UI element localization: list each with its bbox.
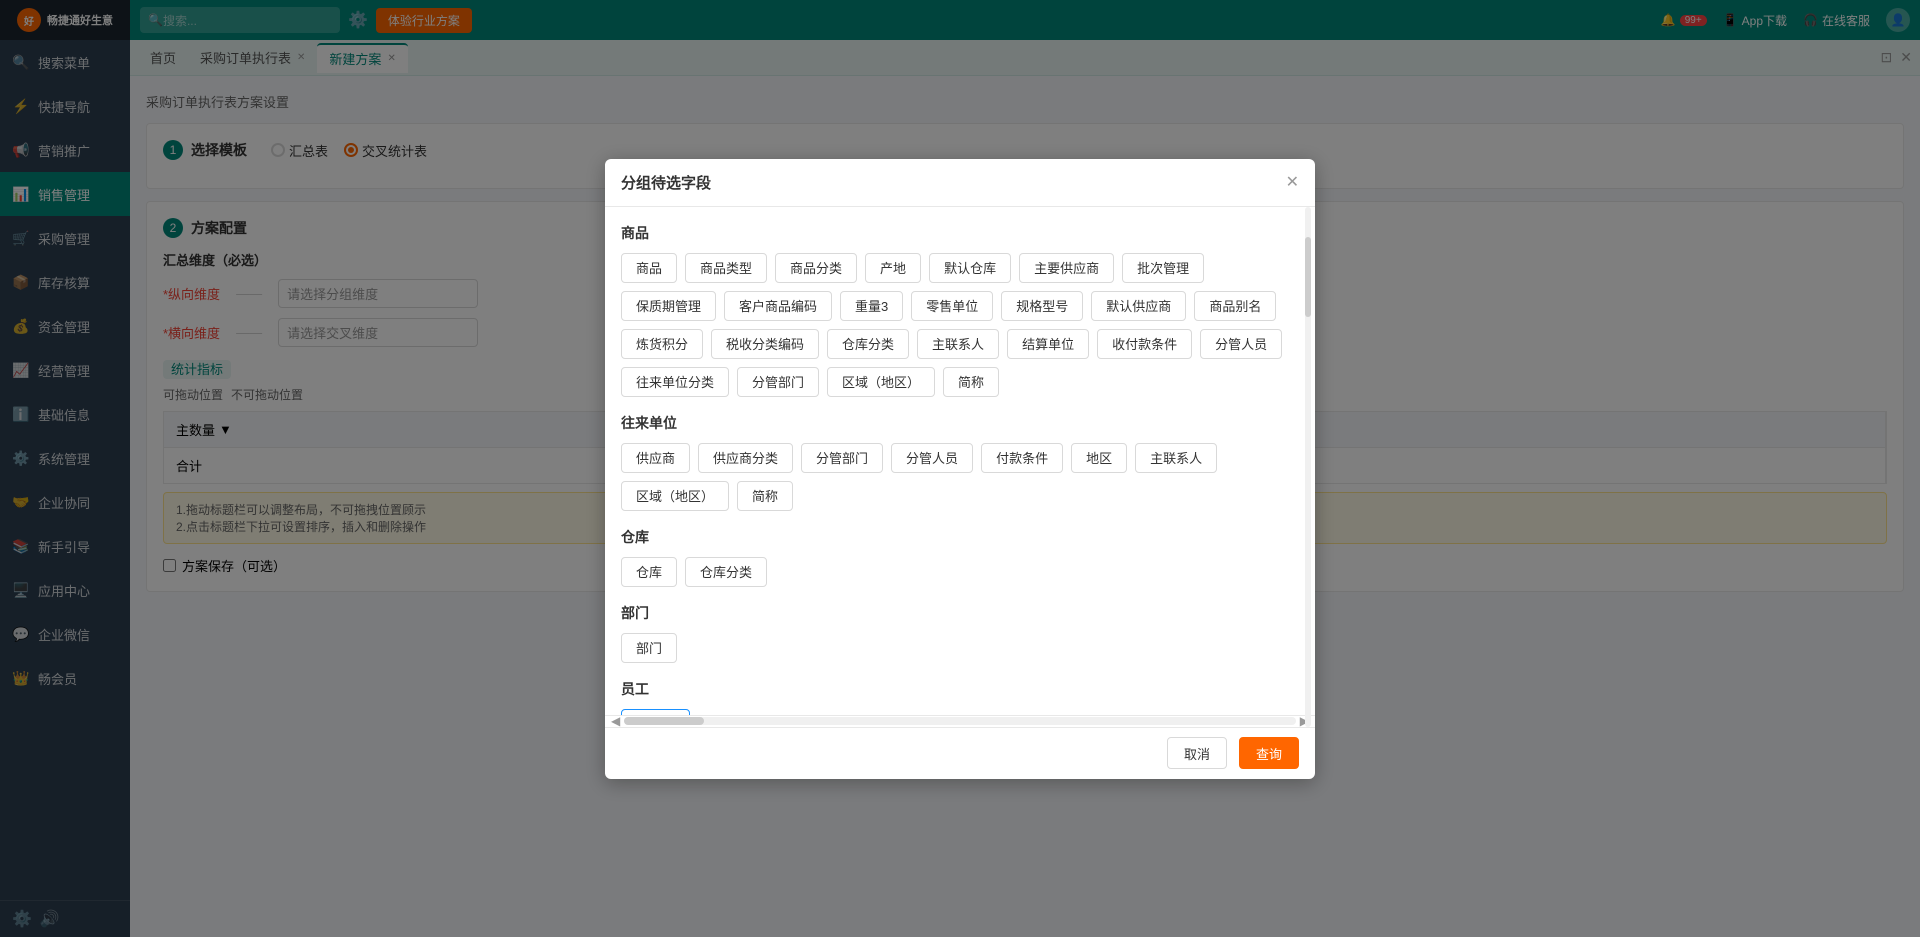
- modal-body[interactable]: 商品 商品 商品类型 商品分类 产地 默认仓库 主要供应商 批次管理 保质期管理…: [605, 207, 1315, 715]
- field-group-warehouse: 仓库 仓库 仓库分类: [621, 527, 1299, 587]
- field-tag-partner-2[interactable]: 分管部门: [801, 443, 883, 473]
- field-tag-goods-10[interactable]: 零售单位: [911, 291, 993, 321]
- field-tag-goods-21[interactable]: 往来单位分类: [621, 367, 729, 397]
- field-group-dept: 部门 部门: [621, 603, 1299, 663]
- field-tag-warehouse-0[interactable]: 仓库: [621, 557, 677, 587]
- field-tag-goods-14[interactable]: 炼货积分: [621, 329, 703, 359]
- modal-vertical-scrollbar[interactable]: [1305, 207, 1311, 727]
- field-tag-goods-5[interactable]: 主要供应商: [1019, 253, 1114, 283]
- field-tag-goods-24[interactable]: 简称: [943, 367, 999, 397]
- field-tags-partner: 供应商 供应商分类 分管部门 分管人员 付款条件 地区 主联系人 区域（地区） …: [621, 443, 1299, 511]
- field-tags-warehouse: 仓库 仓库分类: [621, 557, 1299, 587]
- field-group-goods: 商品 商品 商品类型 商品分类 产地 默认仓库 主要供应商 批次管理 保质期管理…: [621, 223, 1299, 397]
- confirm-button[interactable]: 查询: [1239, 737, 1299, 769]
- field-tag-goods-6[interactable]: 批次管理: [1122, 253, 1204, 283]
- hscroll-track[interactable]: [624, 717, 1296, 725]
- field-tag-goods-4[interactable]: 默认仓库: [929, 253, 1011, 283]
- modal-backdrop: 分组待选字段 ✕ 商品 商品 商品类型 商品分类 产地 默认仓库 主要供应商 批…: [0, 0, 1920, 937]
- field-tag-partner-0[interactable]: 供应商: [621, 443, 690, 473]
- vscroll-thumb[interactable]: [1305, 237, 1311, 317]
- field-tag-goods-18[interactable]: 结算单位: [1007, 329, 1089, 359]
- field-tag-goods-2[interactable]: 商品分类: [775, 253, 857, 283]
- field-tag-partner-7[interactable]: 区域（地区）: [621, 481, 729, 511]
- modal-close-btn[interactable]: ✕: [1286, 172, 1299, 192]
- field-tag-goods-17[interactable]: 主联系人: [917, 329, 999, 359]
- modal-footer: 取消 查询: [605, 727, 1315, 779]
- field-tag-partner-5[interactable]: 地区: [1071, 443, 1127, 473]
- field-tag-partner-8[interactable]: 简称: [737, 481, 793, 511]
- modal-title: 分组待选字段: [621, 172, 711, 193]
- field-tag-goods-12[interactable]: 默认供应商: [1091, 291, 1186, 321]
- field-select-modal: 分组待选字段 ✕ 商品 商品 商品类型 商品分类 产地 默认仓库 主要供应商 批…: [605, 159, 1315, 779]
- field-tag-goods-20[interactable]: 分管人员: [1200, 329, 1282, 359]
- field-tag-goods-7[interactable]: 保质期管理: [621, 291, 716, 321]
- cancel-button[interactable]: 取消: [1167, 737, 1227, 769]
- field-tag-goods-15[interactable]: 税收分类编码: [711, 329, 819, 359]
- field-group-employee: 员工 业务员: [621, 679, 1299, 715]
- field-tag-goods-16[interactable]: 仓库分类: [827, 329, 909, 359]
- field-tags-dept: 部门: [621, 633, 1299, 663]
- field-tag-dept-0[interactable]: 部门: [621, 633, 677, 663]
- field-tag-goods-9[interactable]: 重量3: [840, 291, 903, 321]
- field-tag-goods-0[interactable]: 商品: [621, 253, 677, 283]
- field-group-partner-title: 往来单位: [621, 413, 1299, 433]
- field-group-warehouse-title: 仓库: [621, 527, 1299, 547]
- field-group-goods-title: 商品: [621, 223, 1299, 243]
- field-tags-goods: 商品 商品类型 商品分类 产地 默认仓库 主要供应商 批次管理 保质期管理 客户…: [621, 253, 1299, 397]
- field-tag-partner-4[interactable]: 付款条件: [981, 443, 1063, 473]
- field-group-partner: 往来单位 供应商 供应商分类 分管部门 分管人员 付款条件 地区 主联系人 区域…: [621, 413, 1299, 511]
- field-tag-goods-3[interactable]: 产地: [865, 253, 921, 283]
- modal-horizontal-scrollbar[interactable]: ◀ ▶: [605, 715, 1315, 727]
- field-tag-partner-1[interactable]: 供应商分类: [698, 443, 793, 473]
- field-tag-goods-13[interactable]: 商品别名: [1194, 291, 1276, 321]
- field-tag-partner-6[interactable]: 主联系人: [1135, 443, 1217, 473]
- field-tag-goods-11[interactable]: 规格型号: [1001, 291, 1083, 321]
- field-tag-partner-3[interactable]: 分管人员: [891, 443, 973, 473]
- field-tag-goods-23[interactable]: 区域（地区）: [827, 367, 935, 397]
- field-group-employee-title: 员工: [621, 679, 1299, 699]
- field-tag-goods-1[interactable]: 商品类型: [685, 253, 767, 283]
- field-tag-goods-19[interactable]: 收付款条件: [1097, 329, 1192, 359]
- field-group-dept-title: 部门: [621, 603, 1299, 623]
- field-tag-goods-22[interactable]: 分管部门: [737, 367, 819, 397]
- hscroll-thumb[interactable]: [624, 717, 704, 725]
- field-tag-warehouse-1[interactable]: 仓库分类: [685, 557, 767, 587]
- modal-header: 分组待选字段 ✕: [605, 159, 1315, 207]
- field-tag-goods-8[interactable]: 客户商品编码: [724, 291, 832, 321]
